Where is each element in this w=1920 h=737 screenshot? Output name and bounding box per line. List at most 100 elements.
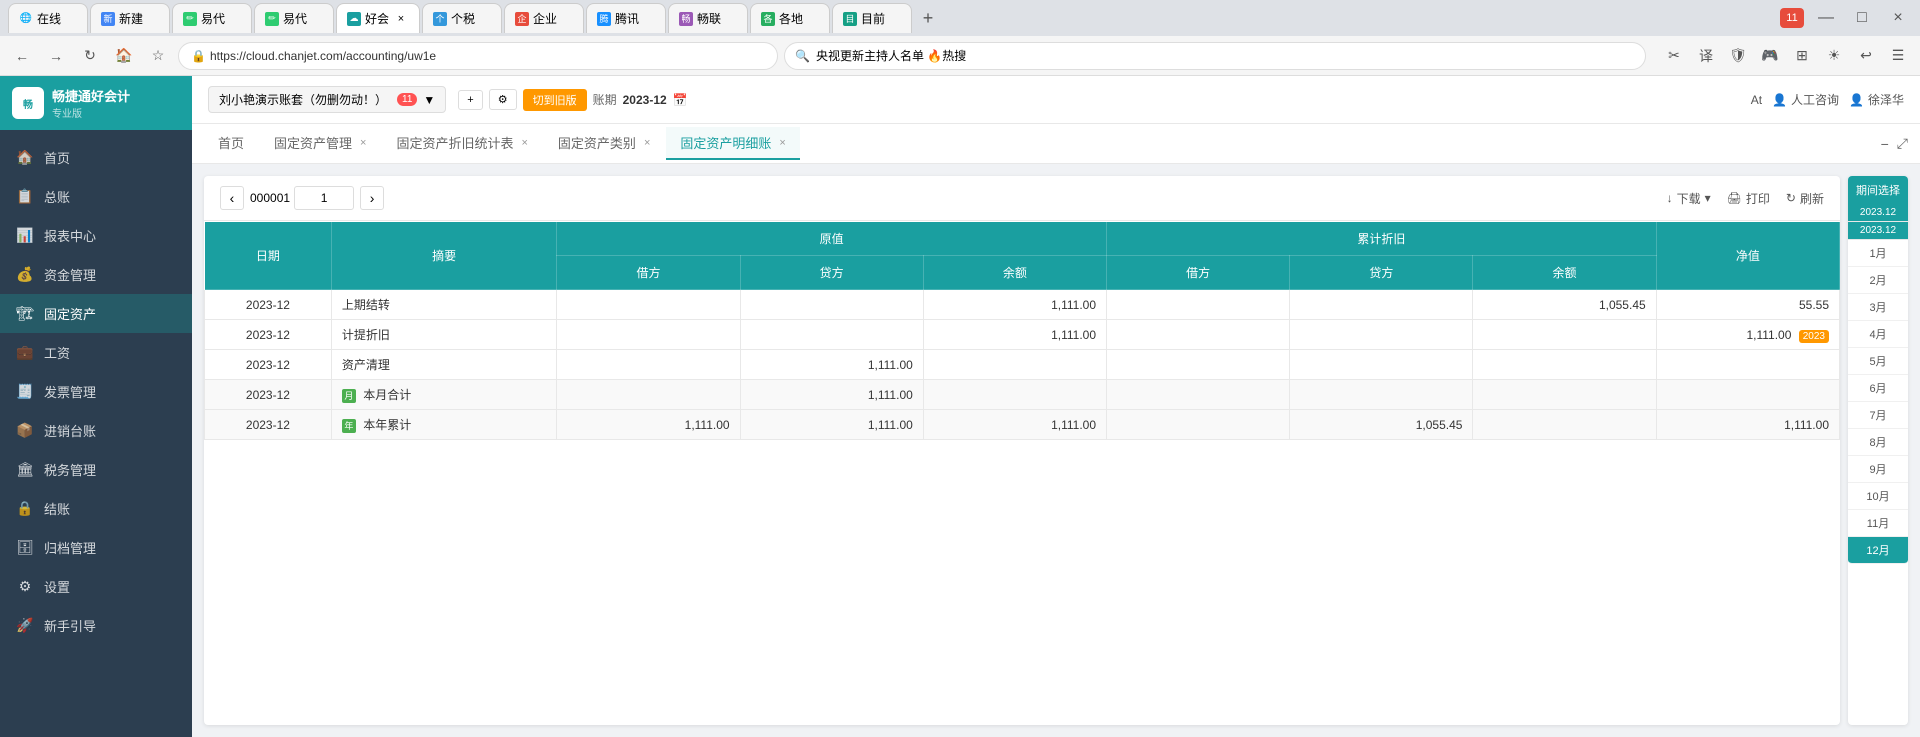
- settings-small-button[interactable]: ⚙: [489, 89, 517, 110]
- tab-asset-category[interactable]: 固定资产类别 ×: [544, 127, 664, 160]
- account-selector[interactable]: 刘小艳演示账套（勿删勿动！） 11 ▼: [208, 86, 446, 113]
- browser-tab-yidai2[interactable]: ✏ 易代: [254, 3, 334, 33]
- sidebar-item-tax[interactable]: 🏛 税务管理: [0, 450, 192, 489]
- home-button[interactable]: 🏠: [110, 42, 138, 70]
- tab-asset-detail[interactable]: 固定资产明细账 ×: [666, 127, 799, 160]
- page-tabs: 首页 固定资产管理 × 固定资产折旧统计表 × 固定资产类别 × 固定资产明细账…: [192, 124, 1920, 164]
- at-label[interactable]: At: [1751, 93, 1762, 107]
- address-input[interactable]: 🔒 https://cloud.chanjet.com/accounting/u…: [178, 42, 778, 70]
- maximize-button[interactable]: □: [1848, 4, 1876, 32]
- period-end-date[interactable]: 2023.12: [1848, 222, 1908, 240]
- sidebar-item-payroll[interactable]: 💼 工资: [0, 333, 192, 372]
- month-11[interactable]: 11月: [1848, 510, 1908, 537]
- browser-tab-yidai1[interactable]: ✏ 易代: [172, 3, 252, 33]
- star-button[interactable]: ☆: [144, 42, 172, 70]
- help-icon: 👤: [1772, 93, 1787, 107]
- tab-home[interactable]: 首页: [204, 127, 258, 160]
- help-button[interactable]: 👤 人工咨询: [1772, 91, 1839, 108]
- tab-detail-close[interactable]: ×: [779, 137, 785, 149]
- sidebar-item-home[interactable]: 🏠 首页: [0, 138, 192, 177]
- reload-button[interactable]: ↻: [76, 42, 104, 70]
- browser-tab-chang[interactable]: 畅 畅联: [668, 3, 748, 33]
- tab-fixed-assets-mgmt[interactable]: 固定资产管理 ×: [260, 127, 380, 160]
- search-bar[interactable]: 🔍 央视更新主持人名单 🔥热搜: [784, 42, 1646, 70]
- month-10[interactable]: 10月: [1848, 483, 1908, 510]
- page-number-input[interactable]: [294, 186, 354, 210]
- sidebar-label-tax: 税务管理: [44, 460, 96, 479]
- user-button[interactable]: 👤 徐泽华: [1849, 91, 1904, 108]
- sidebar-item-guide[interactable]: 🚀 新手引导: [0, 606, 192, 645]
- month-5[interactable]: 5月: [1848, 348, 1908, 375]
- game-icon[interactable]: 🎮: [1756, 42, 1784, 70]
- sidebar-item-closing[interactable]: 🔒 结账: [0, 489, 192, 528]
- sidebar-item-funds[interactable]: 💰 资金管理: [0, 255, 192, 294]
- refresh-button[interactable]: ↻ 刷新: [1786, 190, 1824, 207]
- browser-tab-qiye[interactable]: 企 企业: [504, 3, 584, 33]
- switch-version-button[interactable]: 切到旧版: [523, 89, 587, 111]
- main-content: 刘小艳演示账套（勿删勿动！） 11 ▼ + ⚙ 切到旧版 账期 2023-12 …: [192, 76, 1920, 737]
- sidebar-label-home: 首页: [44, 148, 70, 167]
- forward-button[interactable]: →: [42, 42, 70, 70]
- tab-close-icon[interactable]: ×: [393, 11, 409, 27]
- add-account-button[interactable]: +: [458, 90, 482, 110]
- prev-page-button[interactable]: ‹: [220, 186, 244, 210]
- user-avatar-icon: 👤: [1849, 93, 1864, 107]
- col-subheader-orig-debit: 借方: [557, 256, 740, 290]
- tab-minimize-icon[interactable]: −: [1881, 136, 1889, 152]
- sidebar-item-inventory[interactable]: 📦 进销台账: [0, 411, 192, 450]
- month-12[interactable]: 12月: [1848, 537, 1908, 564]
- tab-depreciation-stats[interactable]: 固定资产折旧统计表 ×: [382, 127, 541, 160]
- tab-mgmt-close[interactable]: ×: [360, 137, 366, 149]
- tab-depr-close[interactable]: ×: [521, 137, 527, 149]
- window-close-button[interactable]: ×: [1884, 4, 1912, 32]
- month-9[interactable]: 9月: [1848, 456, 1908, 483]
- cell-dep-balance: [1473, 410, 1656, 440]
- month-1[interactable]: 1月: [1848, 240, 1908, 267]
- download-button[interactable]: ↓ 下载 ▾: [1667, 190, 1711, 207]
- month-7[interactable]: 7月: [1848, 402, 1908, 429]
- col-header-date: 日期: [205, 222, 332, 290]
- tab-expand-icon[interactable]: ⤢: [1897, 135, 1908, 152]
- month-4[interactable]: 4月: [1848, 321, 1908, 348]
- month-6[interactable]: 6月: [1848, 375, 1908, 402]
- sidebar-item-settings[interactable]: ⚙ 设置: [0, 567, 192, 606]
- next-page-button[interactable]: ›: [360, 186, 384, 210]
- browser-tab-haokuai[interactable]: ☁ 好会 ×: [336, 3, 420, 33]
- sidebar-item-fixed-assets[interactable]: 🏗 固定资产: [0, 294, 192, 333]
- menu-icon[interactable]: ☰: [1884, 42, 1912, 70]
- new-tab-button[interactable]: +: [914, 4, 942, 32]
- browser-tab-tencent[interactable]: 腾 腾讯: [586, 3, 666, 33]
- cell-dep-balance: [1473, 350, 1656, 380]
- browser-tab-mubiao[interactable]: 目 目前: [832, 3, 912, 33]
- shield-icon[interactable]: 🛡: [1724, 42, 1752, 70]
- tab-count-badge[interactable]: 11: [1780, 8, 1804, 28]
- grid-icon[interactable]: ⊞: [1788, 42, 1816, 70]
- calendar-icon[interactable]: 📅: [673, 93, 688, 107]
- tab-window-controls: − ⤢: [1881, 135, 1908, 152]
- brightness-icon[interactable]: ☀: [1820, 42, 1848, 70]
- sidebar-item-general-ledger[interactable]: 📋 总账: [0, 177, 192, 216]
- browser-tab-geshui[interactable]: 个 个税: [422, 3, 502, 33]
- scissors-icon[interactable]: ✂: [1660, 42, 1688, 70]
- minimize-button[interactable]: —: [1812, 4, 1840, 32]
- translate-icon[interactable]: 译: [1692, 42, 1720, 70]
- sidebar-item-archive[interactable]: 🗄 归档管理: [0, 528, 192, 567]
- tab-cat-close[interactable]: ×: [644, 137, 650, 149]
- print-button[interactable]: 🖨 打印: [1727, 190, 1770, 207]
- month-8[interactable]: 8月: [1848, 429, 1908, 456]
- sidebar-item-invoices[interactable]: 🧾 发票管理: [0, 372, 192, 411]
- browser-tab-online[interactable]: 🌐 在线: [8, 3, 88, 33]
- back-button[interactable]: ←: [8, 42, 36, 70]
- browser-chrome: 🌐 在线 新 新建 ✏ 易代 ✏ 易代 ☁ 好会 × 个 个税 企 企业 腾: [0, 0, 1920, 76]
- period-start-date[interactable]: 2023.12: [1848, 204, 1908, 222]
- browser-tab-new[interactable]: 新 新建: [90, 3, 170, 33]
- month-2[interactable]: 2月: [1848, 267, 1908, 294]
- sidebar-item-reports[interactable]: 📊 报表中心: [0, 216, 192, 255]
- browser-tab-gedi[interactable]: 各 各地: [750, 3, 830, 33]
- sidebar-nav: 🏠 首页 📋 总账 📊 报表中心 💰 资金管理 🏗 固定资产 💼 工资: [0, 130, 192, 737]
- tab-label: 畅联: [697, 10, 721, 27]
- tab-favicon-yidai2: ✏: [265, 12, 279, 26]
- table-row-yearly-total: 2023-12 年 本年累计 1,111.00 1,111.00 1,111.0…: [205, 410, 1840, 440]
- history-back-icon[interactable]: ↩: [1852, 42, 1880, 70]
- month-3[interactable]: 3月: [1848, 294, 1908, 321]
